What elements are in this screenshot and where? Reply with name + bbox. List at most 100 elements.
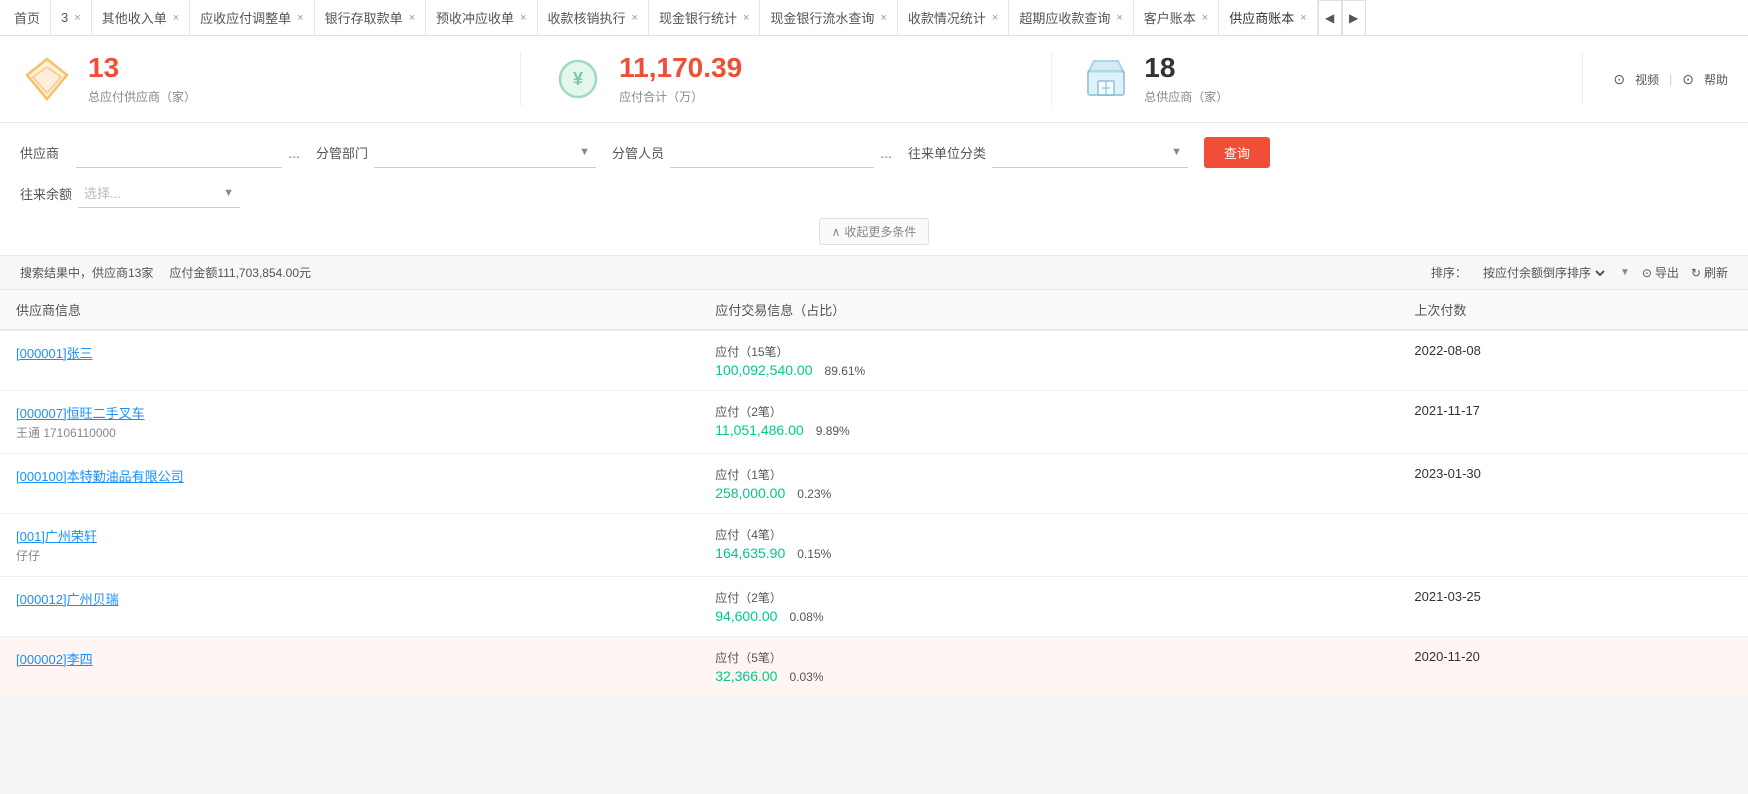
- table-row: [000001]张三应付（15笔）100,092,540.0089.61%202…: [0, 330, 1748, 391]
- help-link[interactable]: 帮助: [1704, 71, 1728, 88]
- search-button[interactable]: 查询: [1204, 137, 1270, 168]
- nav-tab-prepay-close[interactable]: ×: [520, 12, 526, 24]
- supplier-dots[interactable]: ...: [288, 145, 300, 161]
- payable-percent: 9.89%: [816, 424, 850, 438]
- person-dots[interactable]: ...: [880, 145, 892, 161]
- nav-tab-customer-account[interactable]: 客户账本 ×: [1134, 0, 1219, 36]
- table-row: [000012]广州贝瑞应付（2笔）94,600.000.08%2021-03-…: [0, 577, 1748, 637]
- payable-cell: 应付（15笔）100,092,540.0089.61%: [699, 330, 1398, 391]
- supplier-link[interactable]: [000001]张三: [16, 346, 93, 361]
- nav-tab-overdue[interactable]: 超期应收款查询 ×: [1009, 0, 1133, 36]
- nav-tab-bank-close[interactable]: ×: [409, 12, 415, 24]
- payable-amount[interactable]: 100,092,540.00: [715, 362, 812, 378]
- dept-select[interactable]: ▼: [374, 138, 596, 168]
- nav-tab-collection-stat[interactable]: 收款情况统计 ×: [898, 0, 1009, 36]
- nav-tab-home[interactable]: 首页: [4, 0, 51, 36]
- nav-tab-other-income[interactable]: 其他收入单 ×: [92, 0, 190, 36]
- filter-category: 往来单位分类 ▼: [908, 138, 1188, 168]
- top-right-actions: ⊙ 视频 | ⊙ 帮助: [1613, 71, 1728, 88]
- nav-tab-prepay[interactable]: 预收冲应收单 ×: [426, 0, 537, 36]
- result-amount-text: 应付金额111,703,854.00元: [169, 264, 311, 281]
- nav-tab-prepay-label: 预收冲应收单: [436, 8, 514, 27]
- nav-tab-bank[interactable]: 银行存取款单 ×: [315, 0, 426, 36]
- supplier-link[interactable]: [000100]本特勤油品有限公司: [16, 469, 184, 484]
- supplier-input[interactable]: [76, 138, 282, 168]
- payable-amount[interactable]: 94,600.00: [715, 608, 777, 624]
- supplier-link[interactable]: [001]广州荣轩: [16, 529, 97, 544]
- nav-tab-3-close[interactable]: ×: [74, 12, 80, 24]
- balance-select[interactable]: 选择... ▼: [78, 178, 240, 208]
- shop-icon: [1082, 53, 1130, 104]
- supplier-cell: [000001]张三: [0, 330, 699, 391]
- filter-row-1: 供应商 ... 分管部门 ▼ 分管人员 ... 往来单位分类 ▼ 查询: [20, 137, 1728, 168]
- payable-count: 应付（15笔）: [715, 343, 1382, 360]
- payable-count: 应付（2笔）: [715, 589, 1382, 606]
- nav-tab-flow-query-label: 现金银行流水查询: [770, 8, 874, 27]
- top-navigation: 首页 3 × 其他收入单 × 应收应付调整单 × 银行存取款单 × 预收冲应收单…: [0, 0, 1748, 36]
- balance-select-value: 选择...: [84, 183, 121, 202]
- nav-tab-adjustment-label: 应收应付调整单: [200, 8, 291, 27]
- supplier-sub-info: 仔仔: [16, 547, 683, 564]
- summary-card-payable-suppliers: 13 总应付供应商（家）: [20, 52, 521, 106]
- payable-percent: 0.23%: [797, 487, 831, 501]
- refresh-button[interactable]: ↻ 刷新: [1691, 264, 1728, 281]
- nav-tab-collection-close[interactable]: ×: [632, 12, 638, 24]
- payable-cell: 应付（2笔） 11,051,486.00 9.89%: [699, 391, 1398, 454]
- supplier-link[interactable]: [000007]恒旺二手叉车: [16, 406, 145, 421]
- supplier-link[interactable]: [000002]李四: [16, 652, 93, 667]
- supplier-link[interactable]: [000012]广州贝瑞: [16, 592, 119, 607]
- payable-cell: 应付（5笔）32,366.000.03%: [699, 637, 1398, 697]
- nav-tab-adjustment-close[interactable]: ×: [297, 12, 303, 24]
- last-payment-cell: 2020-11-20: [1398, 637, 1748, 697]
- nav-next-arrow[interactable]: ▶: [1342, 0, 1366, 36]
- grain-icon: ¥: [551, 52, 605, 106]
- payable-percent: 0.08%: [789, 610, 823, 624]
- payable-amount[interactable]: 258,000.00: [715, 485, 785, 501]
- person-input[interactable]: [670, 138, 874, 168]
- supplier-cell: [000002]李四: [0, 637, 699, 697]
- nav-tab-customer-account-close[interactable]: ×: [1202, 12, 1208, 24]
- nav-tab-flow-query-close[interactable]: ×: [880, 12, 886, 24]
- payable-amount[interactable]: 32,366.00: [715, 668, 777, 684]
- result-summary-text: 搜索结果中，供应商13家: [20, 264, 153, 281]
- payable-amount[interactable]: 11,051,486.00: [715, 422, 804, 438]
- nav-tab-collection-label: 收款核销执行: [548, 8, 626, 27]
- last-payment-cell: 2022-08-08: [1398, 330, 1748, 391]
- total-suppliers-count: 18: [1144, 53, 1228, 84]
- payable-cell: 应付（4笔）164,635.900.15%: [699, 514, 1398, 577]
- person-filter-label: 分管人员: [612, 143, 664, 162]
- result-bar: 搜索结果中，供应商13家 应付金额111,703,854.00元 排序： 按应付…: [0, 256, 1748, 290]
- nav-tab-3[interactable]: 3 ×: [51, 0, 92, 36]
- payable-count: 应付（5笔）: [715, 649, 1382, 666]
- nav-tab-flow-query[interactable]: 现金银行流水查询 ×: [760, 0, 897, 36]
- nav-tab-adjustment[interactable]: 应收应付调整单 ×: [190, 0, 314, 36]
- payable-amount[interactable]: 164,635.90: [715, 545, 785, 561]
- nav-tab-supplier-account-close[interactable]: ×: [1300, 12, 1306, 24]
- export-button[interactable]: ⊙ 导出: [1642, 264, 1679, 281]
- nav-tab-cash-bank-stat-close[interactable]: ×: [743, 12, 749, 24]
- summary-info-total-suppliers: 18 总供应商（家）: [1144, 53, 1228, 105]
- collapse-button[interactable]: ∧ 收起更多条件: [819, 218, 930, 245]
- category-select[interactable]: ▼: [992, 138, 1188, 168]
- nav-tab-overdue-close[interactable]: ×: [1116, 12, 1122, 24]
- nav-tab-collection[interactable]: 收款核销执行 ×: [538, 0, 649, 36]
- nav-tab-cash-bank-stat[interactable]: 现金银行统计 ×: [649, 0, 760, 36]
- payable-count: 应付（2笔）: [715, 403, 1382, 420]
- table-row: [000100]本特勤油品有限公司应付（1笔）258,000.000.23%20…: [0, 454, 1748, 514]
- filter-supplier: 供应商 ...: [20, 138, 300, 168]
- help-icon: ⊙: [1682, 71, 1694, 88]
- sort-select[interactable]: 按应付余额倒序排序: [1479, 265, 1608, 281]
- export-label: 导出: [1655, 264, 1679, 281]
- filter-dept: 分管部门 ▼: [316, 138, 596, 168]
- nav-prev-arrow[interactable]: ◀: [1318, 0, 1342, 36]
- table-row: [001]广州荣轩仔仔应付（4笔）164,635.900.15%: [0, 514, 1748, 577]
- nav-tab-3-label: 3: [61, 10, 68, 25]
- video-link[interactable]: 视频: [1635, 71, 1659, 88]
- nav-tab-supplier-account[interactable]: 供应商账本 ×: [1219, 0, 1317, 36]
- payable-count: 应付（1笔）: [715, 466, 1382, 483]
- col-payable-info: 应付交易信息（占比）: [699, 290, 1398, 330]
- payable-cell: 应付（1笔） 258,000.00 0.23%: [699, 454, 1398, 514]
- svg-text:¥: ¥: [573, 69, 583, 89]
- nav-tab-collection-stat-close[interactable]: ×: [992, 12, 998, 24]
- nav-tab-other-income-close[interactable]: ×: [173, 12, 179, 24]
